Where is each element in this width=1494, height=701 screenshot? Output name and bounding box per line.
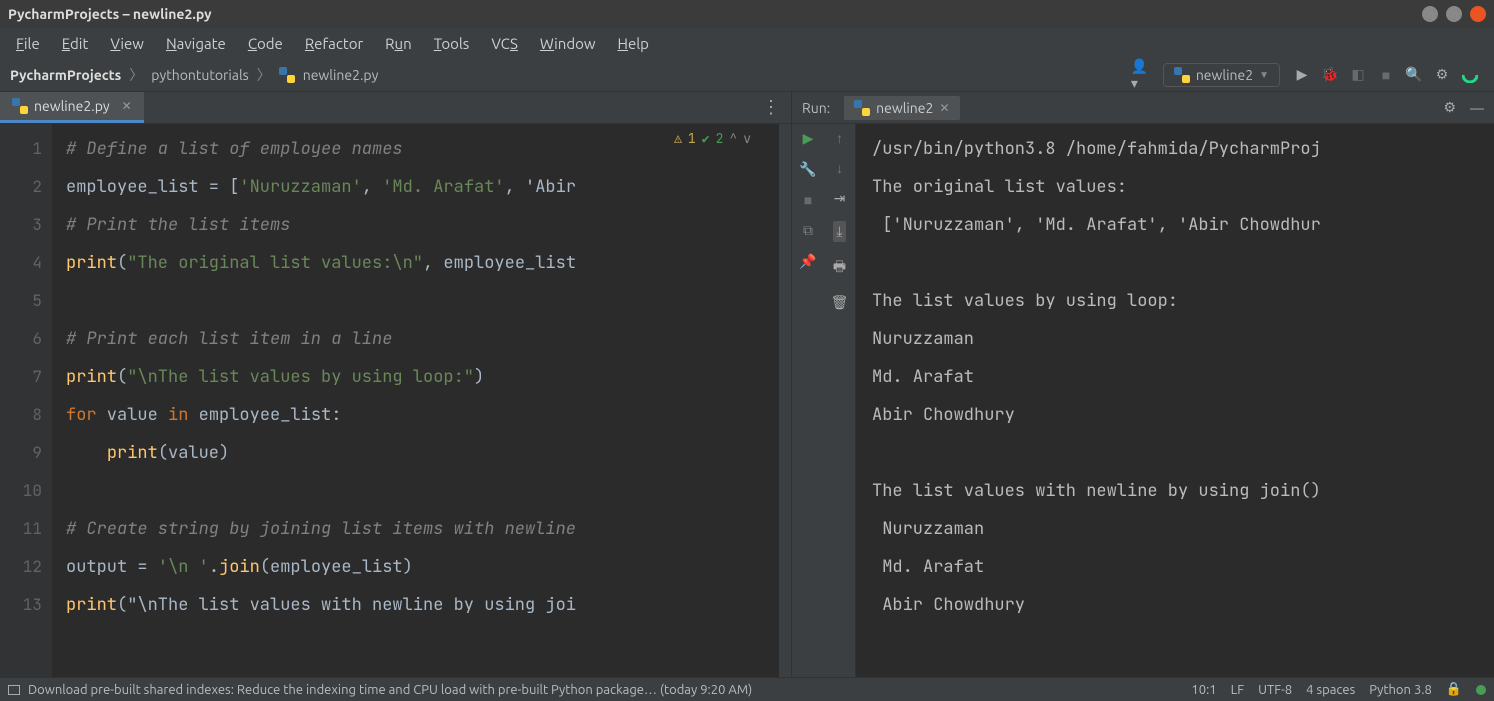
python-file-icon (279, 67, 295, 83)
code-area[interactable]: # Define a list of employee names employ… (52, 124, 791, 677)
menu-vcs[interactable]: VCS (481, 31, 528, 56)
caret-position[interactable]: 10:1 (1191, 683, 1216, 697)
main-split: newline2.py ✕ ⋮ 12345678910111213 # Defi… (0, 92, 1494, 677)
line-separator[interactable]: LF (1231, 683, 1244, 697)
editor-tab[interactable]: newline2.py ✕ (0, 92, 144, 123)
wrench-icon[interactable]: 🔧 (799, 161, 816, 178)
menu-file[interactable]: File (6, 31, 50, 56)
python-icon (1174, 67, 1190, 83)
inspection-widget[interactable]: ⚠1 ✔2 ^ v (674, 130, 751, 147)
print-icon[interactable]: 🖶 (833, 256, 846, 280)
menu-edit[interactable]: Edit (52, 31, 99, 56)
python-file-icon (12, 98, 28, 114)
run-settings-icon[interactable]: ⚙ (1443, 99, 1456, 116)
scroll-down-icon[interactable]: ↓ (836, 160, 843, 176)
rerun-button[interactable]: ▶ (803, 130, 814, 147)
editor-pane: newline2.py ✕ ⋮ 12345678910111213 # Defi… (0, 92, 792, 677)
layout-icon[interactable]: ⧉ (803, 222, 813, 239)
window-close-button[interactable] (1470, 6, 1486, 22)
run-output[interactable]: /usr/bin/python3.8 /home/fahmida/Pycharm… (856, 124, 1494, 677)
run-toolbar-left: ▶ 🔧 ■ ⧉ 📌 (792, 124, 824, 677)
menu-refactor[interactable]: Refactor (295, 31, 373, 56)
run-header: Run: newline2 ✕ ⚙ — (792, 92, 1494, 124)
window-title: PycharmProjects – newline2.py (8, 6, 212, 22)
run-tool-window: Run: newline2 ✕ ⚙ — ▶ 🔧 ■ ⧉ 📌 ↑ ↓ ⇥ ⤓ (792, 92, 1494, 677)
trash-icon[interactable]: 🗑 (831, 294, 849, 311)
chevron-right-icon: 〉 (257, 65, 271, 85)
menu-run[interactable]: Run (375, 31, 422, 56)
search-icon[interactable]: 🔍 (1404, 65, 1424, 85)
chevron-down-icon[interactable]: v (743, 130, 751, 147)
indent-setting[interactable]: 4 spaces (1306, 683, 1355, 697)
interpreter[interactable]: Python 3.8 (1369, 683, 1432, 697)
close-tab-icon[interactable]: ✕ (122, 99, 132, 113)
debug-button[interactable]: 🐞 (1320, 65, 1340, 85)
stop-button[interactable]: ■ (1376, 65, 1396, 85)
scroll-up-icon[interactable]: ↑ (836, 130, 843, 146)
run-hide-icon[interactable]: — (1470, 100, 1484, 116)
menu-code[interactable]: Code (238, 31, 293, 56)
menu-help[interactable]: Help (608, 31, 659, 56)
run-tab-label: newline2 (876, 100, 933, 116)
file-encoding[interactable]: UTF-8 (1258, 683, 1292, 697)
run-config-selector[interactable]: newline2 ▼ (1163, 63, 1280, 87)
tool-windows-icon[interactable] (8, 685, 20, 695)
chevron-down-icon: ▼ (1259, 69, 1269, 81)
soft-wrap-icon[interactable]: ⇥ (834, 190, 846, 207)
ide-logo-icon[interactable] (1460, 65, 1480, 85)
menu-tools[interactable]: Tools (424, 31, 480, 56)
scroll-to-end-icon[interactable]: ⤓ (833, 221, 845, 242)
tab-overflow-icon[interactable]: ⋮ (762, 97, 781, 118)
editor-body[interactable]: 12345678910111213 # Define a list of emp… (0, 124, 791, 677)
main-menu: File Edit View Navigate Code Refactor Ru… (0, 28, 1494, 58)
editor-tab-label: newline2.py (34, 98, 110, 114)
run-toolbar-right: ↑ ↓ ⇥ ⤓ 🖶 🗑 (824, 124, 856, 677)
add-user-icon[interactable]: 👤▾ (1131, 65, 1151, 85)
status-bar: Download pre-built shared indexes: Reduc… (0, 677, 1494, 701)
line-gutter[interactable]: 12345678910111213 (0, 124, 52, 677)
python-icon (854, 100, 870, 116)
menu-navigate[interactable]: Navigate (156, 31, 236, 56)
settings-icon[interactable]: ⚙ (1432, 65, 1452, 85)
breadcrumb-file[interactable]: newline2.py (303, 67, 379, 83)
status-message[interactable]: Download pre-built shared indexes: Reduc… (28, 683, 752, 697)
editor-scrollbar[interactable] (779, 124, 791, 677)
warning-icon: ⚠ (674, 130, 682, 147)
window-maximize-button[interactable] (1446, 6, 1462, 22)
run-config-name: newline2 (1196, 67, 1253, 83)
window-titlebar: PycharmProjects – newline2.py (0, 0, 1494, 28)
status-indicator-icon[interactable] (1476, 685, 1486, 695)
window-minimize-button[interactable] (1422, 6, 1438, 22)
run-button[interactable]: ▶ (1292, 65, 1312, 85)
run-label: Run: (802, 100, 830, 116)
run-body: ▶ 🔧 ■ ⧉ 📌 ↑ ↓ ⇥ ⤓ 🖶 🗑 /usr/bin/python3.8… (792, 124, 1494, 677)
lock-icon[interactable]: 🔒 (1446, 682, 1462, 697)
weak-warning-icon: ✔ (702, 130, 710, 147)
coverage-button[interactable]: ◧ (1348, 65, 1368, 85)
menu-view[interactable]: View (100, 31, 154, 56)
stop-run-button[interactable]: ■ (804, 192, 812, 208)
breadcrumb-root[interactable]: PycharmProjects (10, 67, 121, 83)
pin-icon[interactable]: 📌 (799, 253, 816, 270)
navigation-bar: PycharmProjects 〉 pythontutorials 〉 newl… (0, 58, 1494, 92)
close-run-tab-icon[interactable]: ✕ (939, 101, 949, 115)
breadcrumb[interactable]: PycharmProjects 〉 pythontutorials 〉 newl… (10, 65, 378, 85)
menu-window[interactable]: Window (530, 31, 606, 56)
breadcrumb-folder[interactable]: pythontutorials (151, 67, 248, 83)
chevron-up-icon[interactable]: ^ (729, 130, 737, 147)
editor-tabs: newline2.py ✕ ⋮ (0, 92, 791, 124)
run-tab[interactable]: newline2 ✕ (844, 96, 959, 120)
chevron-right-icon: 〉 (129, 65, 143, 85)
